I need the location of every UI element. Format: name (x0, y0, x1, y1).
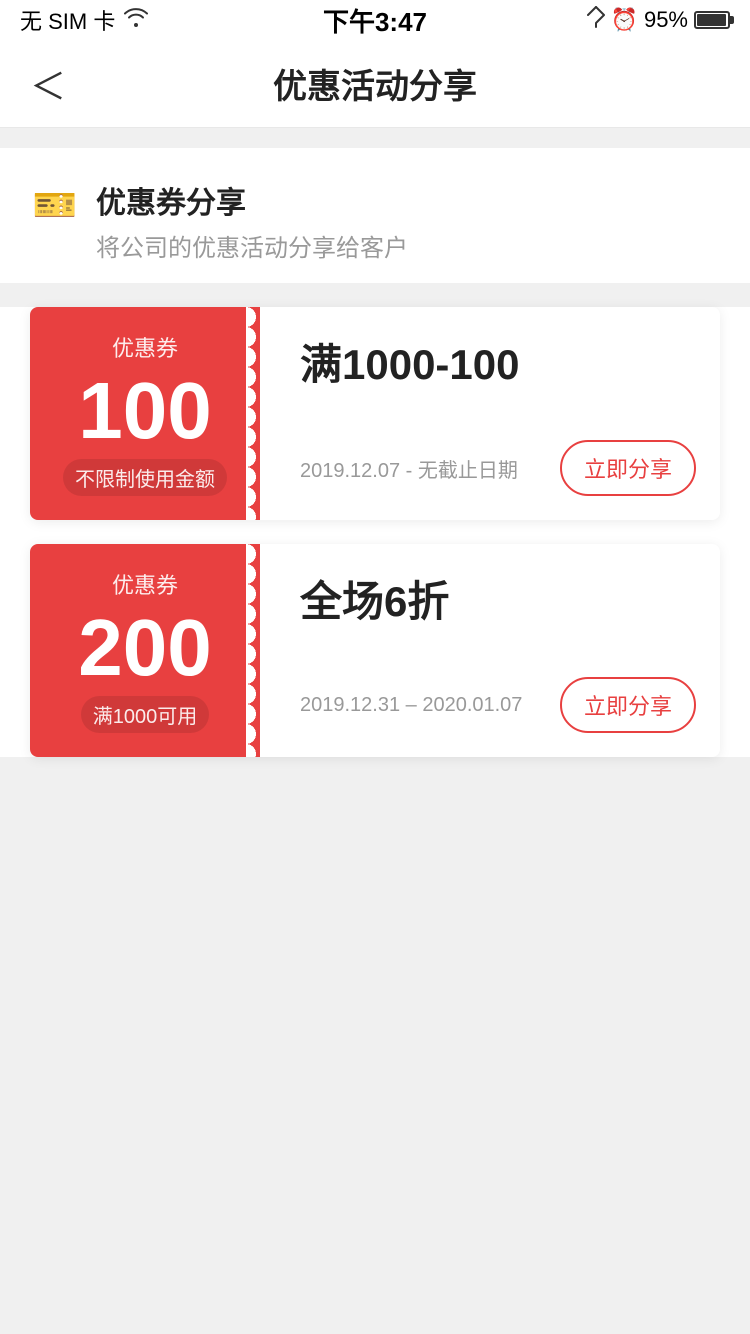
coupon-date-2: 2019.12.31 – 2020.01.07 (300, 694, 522, 717)
coupon-item-2: 优惠券 200 满1000可用 全场6折 2019.12.31 – 2020.0… (30, 544, 720, 757)
section-title: 优惠券分享 (96, 178, 408, 222)
section-text-block: 优惠券分享 将公司的优惠活动分享给客户 (96, 178, 408, 263)
coupon-bottom-row-2: 2019.12.31 – 2020.01.07 立即分享 (300, 677, 696, 733)
gray-area (0, 781, 750, 1281)
battery-icon (694, 11, 730, 29)
coupon-date-1: 2019.12.07 - 无截止日期 (300, 454, 518, 483)
status-bar: 无 SIM 卡 下午3:47 ⏰ 95% (0, 0, 750, 40)
coupon-list: 优惠券 100 不限制使用金额 满1000-100 2019.12.07 - 无… (0, 307, 750, 757)
coupon-amount-2: 200 (78, 608, 211, 688)
carrier-text: 无 SIM 卡 (20, 4, 115, 36)
coupon-label-1: 优惠券 (112, 331, 178, 363)
alarm-icon: ⏰ (611, 7, 638, 33)
coupon-left-2: 优惠券 200 满1000可用 (30, 544, 260, 757)
coupon-bottom-row-1: 2019.12.07 - 无截止日期 立即分享 (300, 440, 696, 496)
battery-percentage: 95% (644, 7, 688, 33)
section-header: 🎫 优惠券分享 将公司的优惠活动分享给客户 (0, 148, 750, 283)
nav-bar: ＜ 优惠活动分享 (0, 40, 750, 128)
section-desc: 将公司的优惠活动分享给客户 (96, 228, 408, 263)
coupon-right-1: 满1000-100 2019.12.07 - 无截止日期 立即分享 (260, 307, 720, 520)
coupon-condition-1: 不限制使用金额 (63, 459, 227, 496)
status-right: ⏰ 95% (587, 6, 730, 34)
coupon-title-2: 全场6折 (300, 568, 696, 629)
coupon-item: 优惠券 100 不限制使用金额 满1000-100 2019.12.07 - 无… (30, 307, 720, 520)
status-left: 无 SIM 卡 (20, 4, 149, 36)
coupon-amount-1: 100 (78, 371, 211, 451)
coupon-left-1: 优惠券 100 不限制使用金额 (30, 307, 260, 520)
location-icon (587, 6, 605, 34)
wifi-icon (123, 7, 149, 33)
coupon-condition-2: 满1000可用 (81, 696, 210, 733)
section-icon: 🎫 (30, 180, 80, 230)
share-button-2[interactable]: 立即分享 (560, 677, 696, 733)
coupon-title-1: 满1000-100 (300, 331, 696, 392)
share-button-1[interactable]: 立即分享 (560, 440, 696, 496)
status-time: 下午3:47 (323, 2, 427, 39)
coupon-right-2: 全场6折 2019.12.31 – 2020.01.07 立即分享 (260, 544, 720, 757)
page-title: 优惠活动分享 (273, 59, 477, 108)
coupon-label-2: 优惠券 (112, 568, 178, 600)
back-button[interactable]: ＜ (30, 58, 66, 110)
